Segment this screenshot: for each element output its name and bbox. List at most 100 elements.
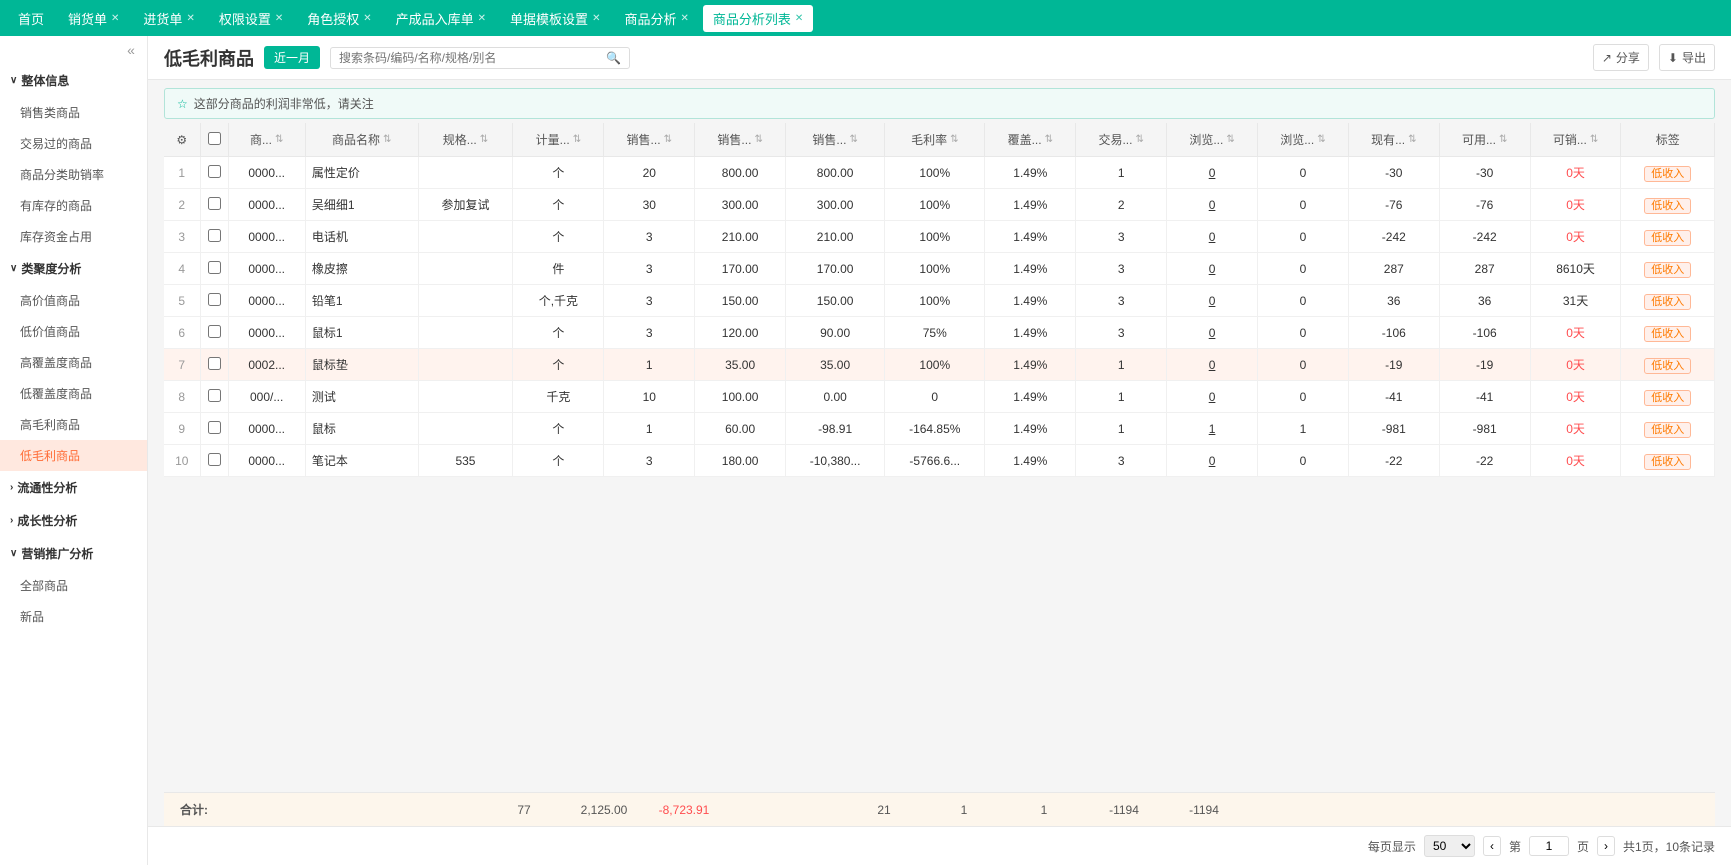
nav-product-warehouse[interactable]: 产成品入库单 ✕ bbox=[386, 5, 496, 32]
nav-purchase[interactable]: 进货单 ✕ bbox=[133, 5, 204, 32]
nav-close-role[interactable]: ✕ bbox=[363, 13, 371, 24]
sidebar-item-low-coverage[interactable]: 低覆盖度商品 bbox=[0, 378, 147, 409]
sort-sales-qty-icon[interactable]: ⇅ bbox=[664, 134, 672, 145]
cell-checkbox[interactable] bbox=[200, 349, 228, 381]
sort-browse2-icon[interactable]: ⇅ bbox=[1317, 134, 1325, 145]
sort-sales-profit-icon[interactable]: ⇅ bbox=[849, 134, 857, 145]
sort-name-icon[interactable]: ⇅ bbox=[383, 134, 391, 145]
cell-browse1[interactable]: 0 bbox=[1167, 285, 1258, 317]
table-container[interactable]: ⚙ 商... ⇅ 商品名称 bbox=[164, 123, 1715, 792]
nav-close-permission[interactable]: ✕ bbox=[275, 13, 283, 24]
th-sales-profit[interactable]: 销售... ⇅ bbox=[786, 123, 885, 157]
cell-browse1[interactable]: 0 bbox=[1167, 157, 1258, 189]
cell-checkbox[interactable] bbox=[200, 317, 228, 349]
cell-browse1[interactable]: 1 bbox=[1167, 413, 1258, 445]
per-page-select[interactable]: 50 100 bbox=[1424, 835, 1475, 857]
search-icon[interactable]: 🔍 bbox=[606, 51, 621, 65]
row-checkbox[interactable] bbox=[208, 197, 221, 210]
period-button[interactable]: 近一月 bbox=[264, 46, 320, 69]
sidebar-group-growth[interactable]: › 成长性分析 bbox=[0, 504, 147, 537]
nav-close-product-warehouse[interactable]: ✕ bbox=[478, 13, 486, 24]
sort-transaction-icon[interactable]: ⇅ bbox=[1135, 134, 1143, 145]
sidebar-group-overall[interactable]: ∨ 整体信息 bbox=[0, 64, 147, 97]
sidebar-item-all-goods[interactable]: 全部商品 bbox=[0, 570, 147, 601]
nav-home[interactable]: 首页 bbox=[8, 5, 54, 32]
sidebar-item-in-stock[interactable]: 有库存的商品 bbox=[0, 190, 147, 221]
sort-browse1-icon[interactable]: ⇅ bbox=[1226, 134, 1234, 145]
row-checkbox[interactable] bbox=[208, 293, 221, 306]
nav-close-purchase[interactable]: ✕ bbox=[186, 13, 194, 24]
sidebar-item-high-coverage[interactable]: 高覆盖度商品 bbox=[0, 347, 147, 378]
row-checkbox[interactable] bbox=[208, 421, 221, 434]
sort-code-icon[interactable]: ⇅ bbox=[275, 134, 283, 145]
row-checkbox[interactable] bbox=[208, 165, 221, 178]
sort-coverage-icon[interactable]: ⇅ bbox=[1045, 134, 1053, 145]
sidebar-item-high-value[interactable]: 高价值商品 bbox=[0, 285, 147, 316]
sidebar-item-new-goods[interactable]: 新品 bbox=[0, 601, 147, 632]
select-all-checkbox[interactable] bbox=[208, 132, 221, 145]
nav-close-list[interactable]: ✕ bbox=[795, 13, 803, 24]
th-sales-amount[interactable]: 销售... ⇅ bbox=[695, 123, 786, 157]
collapse-icon[interactable]: « bbox=[121, 40, 141, 60]
cell-browse1[interactable]: 0 bbox=[1167, 221, 1258, 253]
cell-browse1[interactable]: 0 bbox=[1167, 349, 1258, 381]
row-checkbox[interactable] bbox=[208, 357, 221, 370]
sidebar-item-traded-goods[interactable]: 交易过的商品 bbox=[0, 128, 147, 159]
cell-browse1[interactable]: 0 bbox=[1167, 253, 1258, 285]
cell-browse1[interactable]: 0 bbox=[1167, 317, 1258, 349]
sort-saleable-icon[interactable]: ⇅ bbox=[1590, 134, 1598, 145]
th-sales-qty[interactable]: 销售... ⇅ bbox=[604, 123, 695, 157]
sidebar-item-high-margin[interactable]: 高毛利商品 bbox=[0, 409, 147, 440]
sidebar-item-category-rate[interactable]: 商品分类助销率 bbox=[0, 159, 147, 190]
sort-spec-icon[interactable]: ⇅ bbox=[480, 134, 488, 145]
th-saleable[interactable]: 可销... ⇅ bbox=[1530, 123, 1621, 157]
nav-permission[interactable]: 权限设置 ✕ bbox=[209, 5, 293, 32]
sidebar-item-low-margin[interactable]: 低毛利商品 bbox=[0, 440, 147, 471]
cell-checkbox[interactable] bbox=[200, 189, 228, 221]
sidebar-item-stock-capital[interactable]: 库存资金占用 bbox=[0, 221, 147, 252]
export-button[interactable]: ⬇ 导出 bbox=[1659, 44, 1715, 71]
row-checkbox[interactable] bbox=[208, 229, 221, 242]
sidebar-item-low-value[interactable]: 低价值商品 bbox=[0, 316, 147, 347]
sidebar-collapse[interactable]: « bbox=[0, 36, 147, 64]
prev-page-button[interactable]: ‹ bbox=[1483, 836, 1501, 856]
sidebar-group-marketing[interactable]: ∨ 营销推广分析 bbox=[0, 537, 147, 570]
nav-role[interactable]: 角色授权 ✕ bbox=[297, 5, 381, 32]
th-coverage[interactable]: 覆盖... ⇅ bbox=[985, 123, 1076, 157]
sort-sales-amount-icon[interactable]: ⇅ bbox=[754, 134, 762, 145]
sidebar-group-cluster[interactable]: ∨ 类聚度分析 bbox=[0, 252, 147, 285]
nav-product-analysis-list[interactable]: 商品分析列表 ✕ bbox=[703, 5, 813, 32]
th-checkbox[interactable] bbox=[200, 123, 228, 157]
nav-product-analysis[interactable]: 商品分析 ✕ bbox=[614, 5, 698, 32]
cell-checkbox[interactable] bbox=[200, 221, 228, 253]
th-available[interactable]: 可用... ⇅ bbox=[1439, 123, 1530, 157]
cell-browse1[interactable]: 0 bbox=[1167, 189, 1258, 221]
row-checkbox[interactable] bbox=[208, 325, 221, 338]
cell-checkbox[interactable] bbox=[200, 253, 228, 285]
nav-close-product-analysis[interactable]: ✕ bbox=[680, 13, 688, 24]
sidebar-group-liquidity[interactable]: › 流通性分析 bbox=[0, 471, 147, 504]
th-code[interactable]: 商... ⇅ bbox=[228, 123, 305, 157]
next-page-button[interactable]: › bbox=[1597, 836, 1615, 856]
cell-checkbox[interactable] bbox=[200, 157, 228, 189]
cell-browse1[interactable]: 0 bbox=[1167, 445, 1258, 477]
nav-sales[interactable]: 销货单 ✕ bbox=[58, 5, 129, 32]
sort-gross-margin-icon[interactable]: ⇅ bbox=[950, 134, 958, 145]
cell-browse1[interactable]: 0 bbox=[1167, 381, 1258, 413]
row-checkbox[interactable] bbox=[208, 453, 221, 466]
cell-checkbox[interactable] bbox=[200, 381, 228, 413]
search-input[interactable] bbox=[339, 51, 602, 65]
th-transaction[interactable]: 交易... ⇅ bbox=[1076, 123, 1167, 157]
cell-checkbox[interactable] bbox=[200, 445, 228, 477]
sort-available-icon[interactable]: ⇅ bbox=[1499, 134, 1507, 145]
row-checkbox[interactable] bbox=[208, 261, 221, 274]
row-checkbox[interactable] bbox=[208, 389, 221, 402]
sort-current-stock-icon[interactable]: ⇅ bbox=[1408, 134, 1416, 145]
th-name[interactable]: 商品名称 ⇅ bbox=[305, 123, 418, 157]
cell-checkbox[interactable] bbox=[200, 413, 228, 445]
th-gross-margin[interactable]: 毛利率 ⇅ bbox=[885, 123, 985, 157]
th-browse1[interactable]: 浏览... ⇅ bbox=[1167, 123, 1258, 157]
cell-checkbox[interactable] bbox=[200, 285, 228, 317]
th-current-stock[interactable]: 现有... ⇅ bbox=[1348, 123, 1439, 157]
nav-close-sales[interactable]: ✕ bbox=[111, 13, 119, 24]
